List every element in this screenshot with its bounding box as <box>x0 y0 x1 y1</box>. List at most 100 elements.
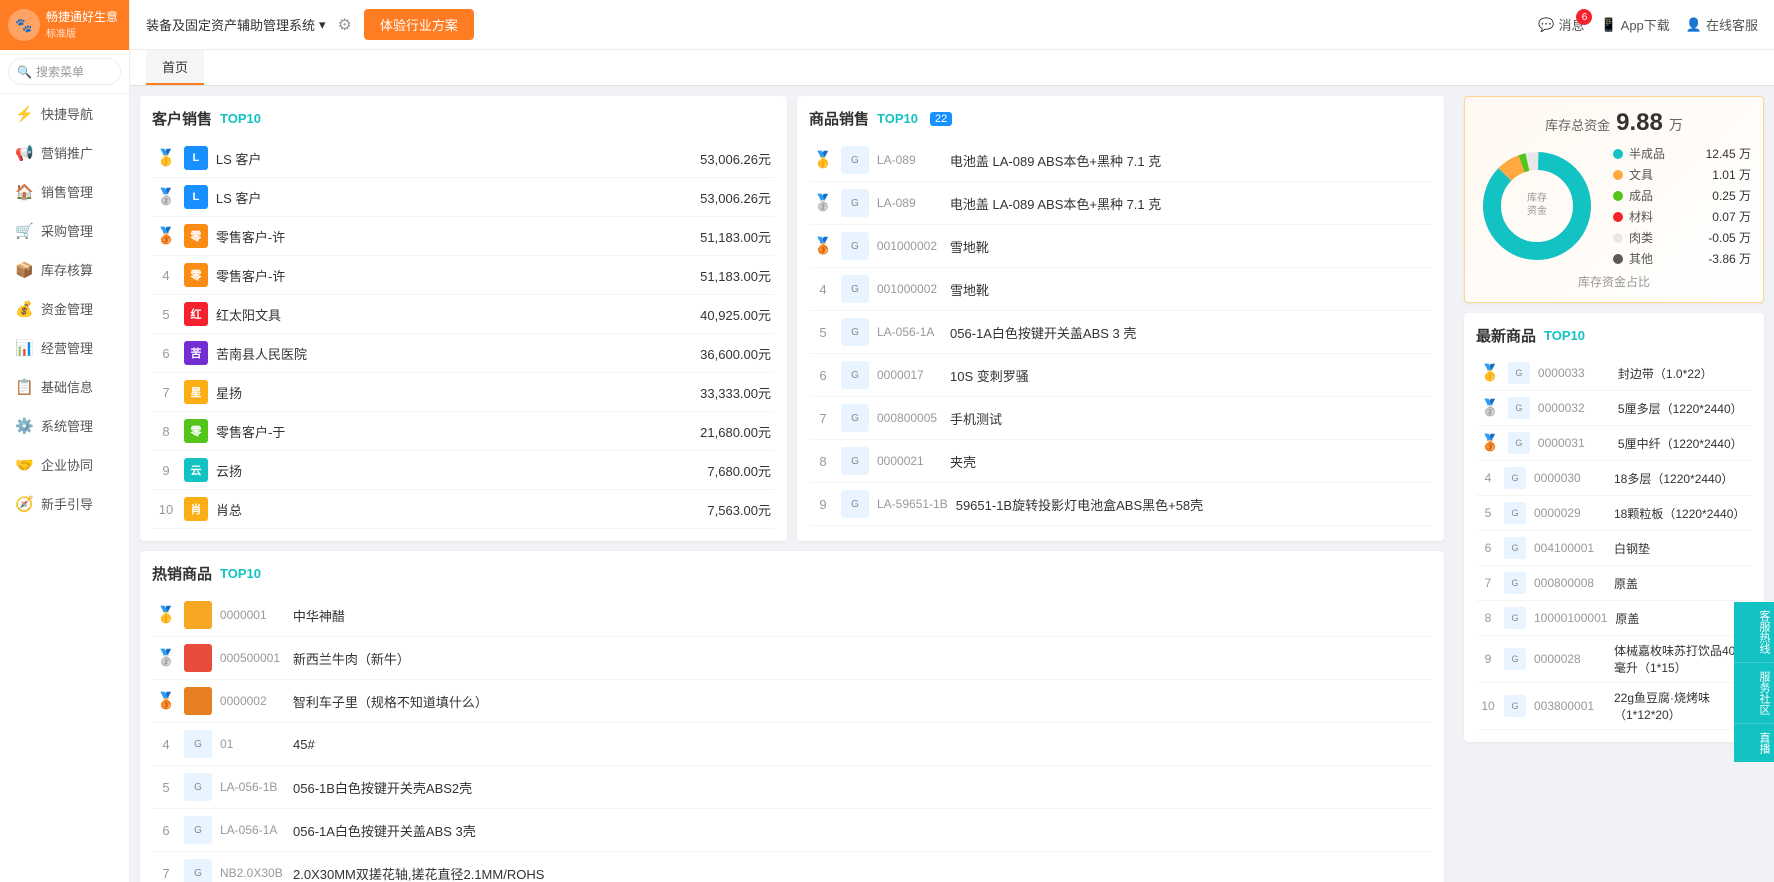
product-icon: G <box>841 361 869 389</box>
legend-value: 0.07 万 <box>1712 208 1751 225</box>
product-code: 01 <box>220 737 285 751</box>
basic-icon: 📋 <box>15 378 33 396</box>
nav-menu: ⚡ 快捷导航📢 营销推广🏠 销售管理🛒 采购管理📦 库存核算💰 资金管理📊 经营… <box>0 94 129 523</box>
operations-icon: 📊 <box>15 339 33 357</box>
rank-medal: 🥇 <box>1480 363 1500 383</box>
legend-color-dot <box>1613 233 1623 243</box>
hot-products-header: 热销商品 TOP10 <box>152 563 1432 584</box>
customer-amount: 7,680.00元 <box>707 461 771 480</box>
float-button-客服热线[interactable]: 客服热线 <box>1734 602 1774 663</box>
sidebar-label-basic: 基础信息 <box>41 377 93 396</box>
product-code: 0000001 <box>220 608 285 622</box>
float-button-直播[interactable]: 直播 <box>1734 724 1774 762</box>
dropdown-arrow-icon: ▾ <box>319 17 326 33</box>
product-placeholder: G <box>184 773 212 801</box>
settings-icon[interactable]: ⚙ <box>338 15 352 35</box>
product-name: 原盖 <box>1615 610 1639 627</box>
customer-amount: 36,600.00元 <box>700 344 771 363</box>
product-icon: G <box>1508 362 1530 384</box>
sidebar-logo: 🐾 畅捷通好生意 标准版 <box>0 0 129 50</box>
customer-amount: 7,563.00元 <box>707 500 771 519</box>
product-name: 中华神醋 <box>293 606 1428 625</box>
sidebar-item-quick[interactable]: ⚡ 快捷导航 <box>0 94 129 133</box>
product-icon: G <box>1504 502 1526 524</box>
product-icon: G <box>841 275 869 303</box>
customer-amount: 40,925.00元 <box>700 305 771 324</box>
float-button-服务社区[interactable]: 服务社区 <box>1734 663 1774 724</box>
hot-product-list-item: 7 G NB2.0X30B 2.0X30MM双搓花轴,搓花直径2.1MM/ROH… <box>152 852 1432 882</box>
rank-medal: 🥉 <box>156 691 176 711</box>
rank-medal: 🥇 <box>156 605 176 625</box>
product-sales-list-item: 8 G 0000021 夹壳 <box>809 440 1432 483</box>
sidebar-item-purchase[interactable]: 🛒 采购管理 <box>0 211 129 250</box>
legend-color-dot <box>1613 149 1623 159</box>
legend-name: 文具 <box>1629 166 1706 183</box>
customer-name: LS 客户 <box>216 188 692 207</box>
customer-amount: 53,006.26元 <box>700 149 771 168</box>
search-icon: 🔍 <box>17 65 32 79</box>
product-name: 18颗粒板（1220*2440） <box>1614 505 1745 522</box>
product-code: LA-056-1B <box>220 780 285 794</box>
sidebar-label-inventory: 库存核算 <box>41 260 93 279</box>
product-name: 10S 变刺罗骚 <box>950 366 1428 385</box>
hot-products-title: 热销商品 <box>152 563 212 584</box>
hot-product-list-item: 🥈 000500001 新西兰牛肉（新牛） <box>152 637 1432 680</box>
hot-product-list-item: 6 G LA-056-1A 056-1A白色按键开关盖ABS 3壳 <box>152 809 1432 852</box>
logo-text: 畅捷通好生意 标准版 <box>46 10 118 41</box>
product-name: 59651-1B旋转投影灯电池盒ABS黑色+58壳 <box>956 495 1428 514</box>
sidebar-item-basic[interactable]: 📋 基础信息 <box>0 367 129 406</box>
product-name: 18多层（1220*2440） <box>1614 470 1733 487</box>
sidebar-item-finance[interactable]: 💰 资金管理 <box>0 289 129 328</box>
content-area: 客户销售 TOP10 🥇 L LS 客户 53,006.26元 🥈 L LS 客… <box>130 86 1774 882</box>
rank-number: 6 <box>156 823 176 838</box>
app-download-button[interactable]: 📱 App下载 <box>1600 15 1669 34</box>
top-row: 客户销售 TOP10 🥇 L LS 客户 53,006.26元 🥈 L LS 客… <box>140 96 1444 541</box>
product-code: 001000002 <box>877 239 942 253</box>
customer-name: 红太阳文具 <box>216 305 692 324</box>
latest-product-item: 8 G 10000100001 原盖 <box>1476 601 1752 636</box>
message-button[interactable]: 💬 消息 6 <box>1538 15 1584 34</box>
legend-name: 肉类 <box>1629 229 1702 246</box>
sidebar-label-enterprise: 企业协同 <box>41 455 93 474</box>
sidebar-item-sales[interactable]: 🏠 销售管理 <box>0 172 129 211</box>
search-menu-button[interactable]: 🔍 搜索菜单 <box>8 58 121 85</box>
product-name: 056-1A白色按键开关盖ABS 3 壳 <box>950 323 1428 342</box>
rank-medal: 🥈 <box>1480 398 1500 418</box>
finance-icon: 💰 <box>15 300 33 318</box>
sidebar-item-system[interactable]: ⚙️ 系统管理 <box>0 406 129 445</box>
rank-medal: 🥈 <box>156 187 176 207</box>
product-sales-title: 商品销售 <box>809 108 869 129</box>
customer-amount: 51,183.00元 <box>700 266 771 285</box>
sidebar-item-guide[interactable]: 🧭 新手引导 <box>0 484 129 523</box>
customer-list-item: 10 肖 肖总 7,563.00元 <box>152 490 775 529</box>
product-name: 白钢垫 <box>1614 540 1650 557</box>
sidebar-item-operations[interactable]: 📊 经营管理 <box>0 328 129 367</box>
sidebar-item-marketing[interactable]: 📢 营销推广 <box>0 133 129 172</box>
customer-avatar: 肖 <box>184 497 208 521</box>
rank-medal: 🥉 <box>1480 433 1500 453</box>
customer-list-item: 9 云 云扬 7,680.00元 <box>152 451 775 490</box>
legend-value: 1.01 万 <box>1712 166 1751 183</box>
trial-button[interactable]: 体验行业方案 <box>364 9 474 40</box>
online-service-label: 在线客服 <box>1706 15 1758 34</box>
tab-home[interactable]: 首页 <box>146 50 204 85</box>
float-buttons: 客服热线服务社区直播 <box>1734 602 1774 762</box>
product-sales-badge: 22 <box>930 112 952 126</box>
product-sales-list-item: 9 G LA-59651-1B 59651-1B旋转投影灯电池盒ABS黑色+58… <box>809 483 1432 526</box>
product-sales-list-item: 5 G LA-056-1A 056-1A白色按键开关盖ABS 3 壳 <box>809 311 1432 354</box>
sales-icon: 🏠 <box>15 183 33 201</box>
inventory-header: 库存总资金 9.88 万 <box>1477 109 1751 137</box>
customer-list-item: 8 零 零售客户-于 21,680.00元 <box>152 412 775 451</box>
message-badge: 6 <box>1576 9 1592 25</box>
online-service-button[interactable]: 👤 在线客服 <box>1686 15 1758 34</box>
hot-products-subtitle: TOP10 <box>220 566 261 581</box>
product-icon: G <box>1504 695 1526 717</box>
hot-product-list-item: 5 G LA-056-1B 056-1B白色按键开关壳ABS2壳 <box>152 766 1432 809</box>
sidebar-item-enterprise[interactable]: 🤝 企业协同 <box>0 445 129 484</box>
legend-item: 肉类 -0.05 万 <box>1613 229 1751 246</box>
product-name: 封边带（1.0*22） <box>1618 365 1713 382</box>
system-title-dropdown[interactable]: 装备及固定资产辅助管理系统 ▾ <box>146 15 326 34</box>
legend-item: 成品 0.25 万 <box>1613 187 1751 204</box>
latest-products-header: 最新商品 TOP10 <box>1476 325 1752 346</box>
sidebar-item-inventory[interactable]: 📦 库存核算 <box>0 250 129 289</box>
